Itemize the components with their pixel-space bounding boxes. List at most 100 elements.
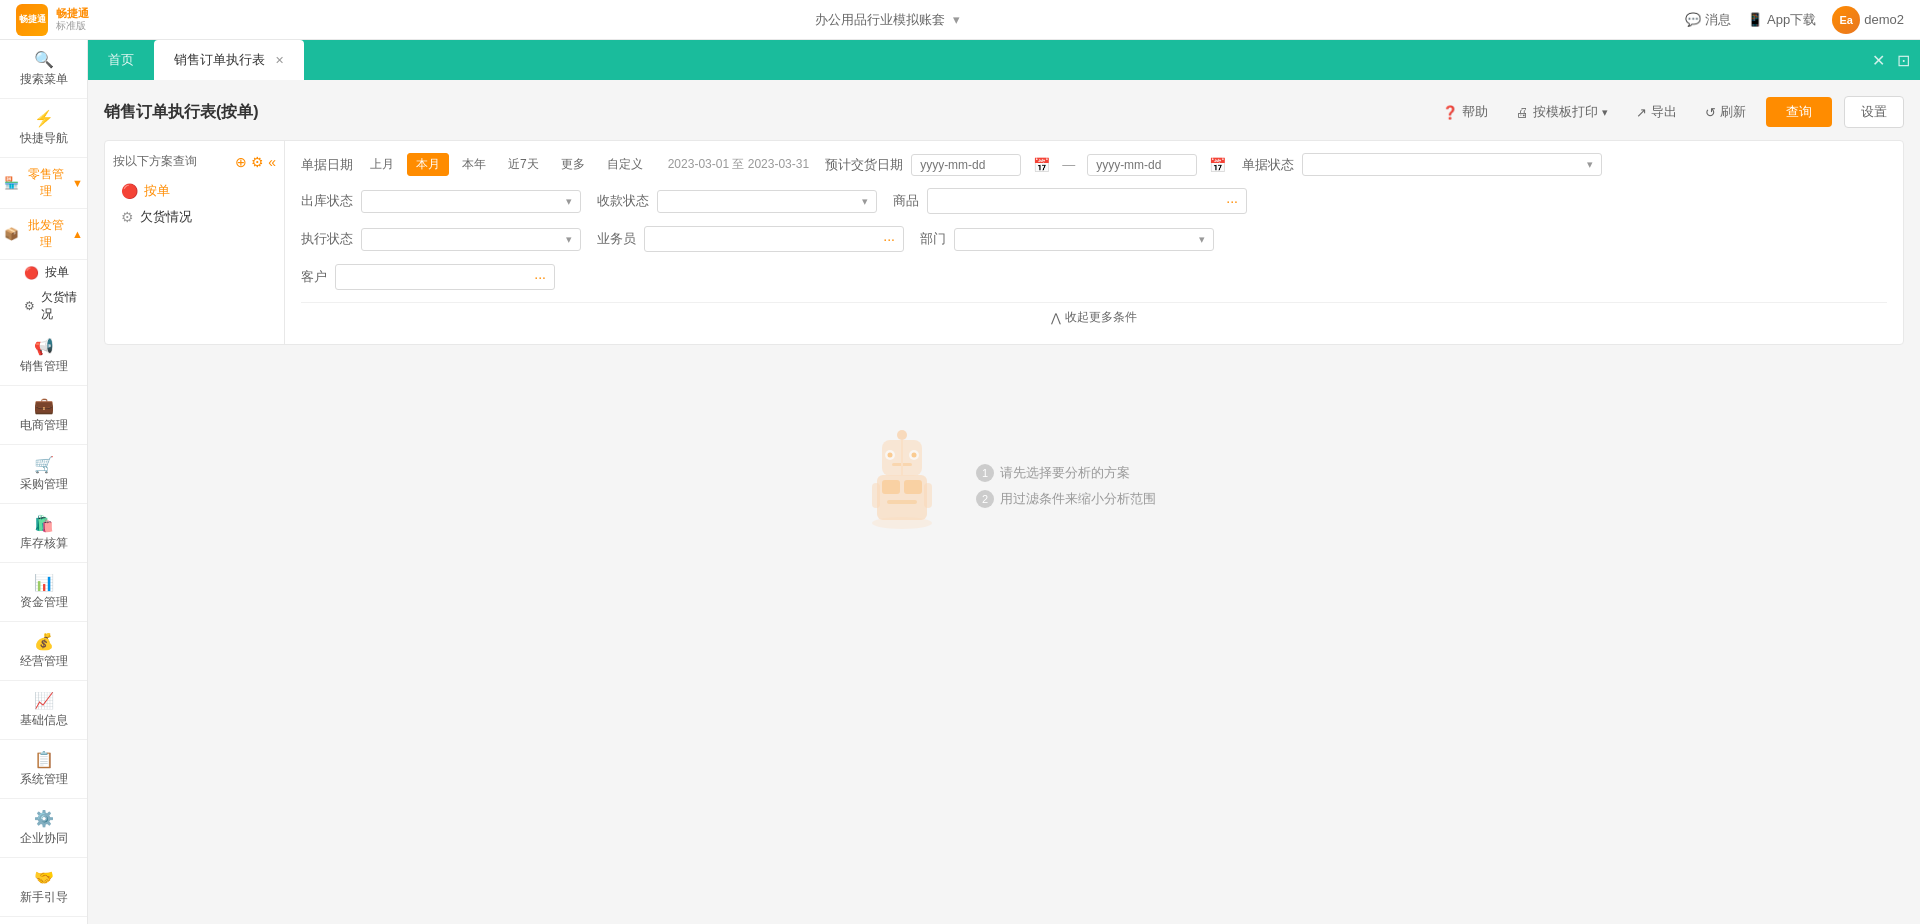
scheme-debt-label: 欠货情况 bbox=[140, 208, 192, 226]
sidebar-item-label: 电商管理 bbox=[4, 417, 83, 434]
sidebar-item-label: 经营管理 bbox=[4, 653, 83, 670]
empty-content: 1 请先选择要分析的方案 2 用过滤条件来缩小分析范围 bbox=[852, 425, 1156, 554]
retail-arrow-icon: ▼ bbox=[72, 177, 83, 189]
sidebar-item-sales[interactable]: 💼 电商管理 bbox=[0, 386, 87, 445]
date-btn-more[interactable]: 更多 bbox=[552, 153, 594, 176]
sidebar-sub-item-order[interactable]: 🔴 按单 bbox=[0, 260, 87, 285]
stock-status-dropdown-icon: ▾ bbox=[566, 195, 572, 208]
sidebar-item-label: 搜索菜单 bbox=[4, 71, 83, 88]
scheme-icons: ⊕ ⚙ « bbox=[235, 154, 276, 170]
tab-home[interactable]: 首页 bbox=[88, 40, 154, 80]
customer-field: 客户 ··· bbox=[301, 264, 555, 290]
expected-date-end-calendar-icon[interactable]: 📅 bbox=[1209, 157, 1226, 173]
filter-panel: 按以下方案查询 ⊕ ⚙ « 🔴 按单 ⚙ 欠货情况 bbox=[104, 140, 1904, 345]
collapse-label: 收起更多条件 bbox=[1065, 309, 1137, 326]
main-layout: 🔍 搜索菜单 ⚡ 快捷导航 🏪 零售管理 ▼ 📦 批发管理 ▲ 🔴 按单 ⚙ 欠… bbox=[0, 40, 1920, 924]
sidebar-item-purchase[interactable]: 🛍️ 库存核算 bbox=[0, 504, 87, 563]
customer-select[interactable]: ··· bbox=[335, 264, 555, 290]
sidebar-item-finance[interactable]: 💰 经营管理 bbox=[0, 622, 87, 681]
sidebar-sub-item-debt[interactable]: ⚙ 欠货情况 bbox=[0, 285, 87, 327]
exec-status-select[interactable]: ▾ bbox=[361, 228, 581, 251]
date-separator: — bbox=[1058, 157, 1079, 172]
sidebar-item-operations[interactable]: 📈 基础信息 bbox=[0, 681, 87, 740]
finance-icon: 💰 bbox=[4, 632, 83, 651]
sidebar-item-ecommerce[interactable]: 🛒 采购管理 bbox=[0, 445, 87, 504]
collapse-more-btn[interactable]: ⋀ 收起更多条件 bbox=[301, 302, 1887, 332]
close-tab-btn[interactable]: ✕ bbox=[1870, 49, 1887, 72]
sidebar-item-enterprise[interactable]: 🤝 新手引导 bbox=[0, 858, 87, 917]
date-btn-last-month[interactable]: 上月 bbox=[361, 153, 403, 176]
salesperson-select[interactable]: ··· bbox=[644, 226, 904, 252]
product-select[interactable]: ··· bbox=[927, 188, 1247, 214]
sidebar-item-newbie[interactable]: 🎯 应用中心 bbox=[0, 917, 87, 924]
receipt-status-field: 收款状态 ▾ bbox=[597, 190, 877, 213]
sidebar-item-label: 库存核算 bbox=[4, 535, 83, 552]
scheme-header-label: 按以下方案查询 bbox=[113, 153, 197, 170]
expected-date-field: 预计交货日期 📅 — 📅 bbox=[825, 154, 1226, 176]
svg-point-14 bbox=[897, 430, 907, 440]
user-profile-btn[interactable]: Ea demo2 bbox=[1832, 6, 1904, 34]
empty-tip-1: 1 请先选择要分析的方案 bbox=[976, 464, 1156, 482]
template-print-btn[interactable]: 🖨 按模板打印 ▾ bbox=[1508, 99, 1616, 125]
top-bar-left: 畅捷通 畅捷通 标准版 bbox=[16, 4, 89, 36]
empty-tip-2: 2 用过滤条件来缩小分析范围 bbox=[976, 490, 1156, 508]
sidebar-item-label: 采购管理 bbox=[4, 476, 83, 493]
message-btn[interactable]: 💬 消息 bbox=[1685, 11, 1731, 29]
add-scheme-icon[interactable]: ⊕ bbox=[235, 154, 247, 170]
bill-date-range-text: 2023-03-01 至 2023-03-31 bbox=[668, 156, 809, 173]
refresh-btn[interactable]: ↺ 刷新 bbox=[1697, 99, 1754, 125]
sidebar-item-label: 企业协同 bbox=[4, 830, 83, 847]
user-avatar: Ea bbox=[1832, 6, 1860, 34]
message-icon: 💬 bbox=[1685, 12, 1701, 27]
bill-status-dropdown-icon: ▾ bbox=[1587, 158, 1593, 171]
wholesale-icon: 📦 bbox=[4, 227, 19, 241]
date-btn-current-month[interactable]: 本月 bbox=[407, 153, 449, 176]
restore-tab-btn[interactable]: ⊡ bbox=[1895, 49, 1912, 72]
export-btn[interactable]: ↗ 导出 bbox=[1628, 99, 1685, 125]
date-btn-7days[interactable]: 近7天 bbox=[499, 153, 548, 176]
receipt-status-select[interactable]: ▾ bbox=[657, 190, 877, 213]
sales-order-tab-label: 销售订单执行表 bbox=[174, 51, 265, 69]
retail-icon: 🏪 bbox=[4, 176, 19, 190]
settings-scheme-icon[interactable]: ⚙ bbox=[251, 154, 264, 170]
bill-status-label: 单据状态 bbox=[1242, 156, 1294, 174]
tab-sales-order[interactable]: 销售订单执行表 ✕ bbox=[154, 40, 304, 80]
empty-tips: 1 请先选择要分析的方案 2 用过滤条件来缩小分析范围 bbox=[976, 464, 1156, 516]
scheme-item-order[interactable]: 🔴 按单 bbox=[113, 178, 276, 204]
sidebar-item-wholesale[interactable]: 📦 批发管理 ▲ bbox=[0, 209, 87, 260]
order-icon: 🔴 bbox=[24, 266, 39, 280]
scheme-item-debt[interactable]: ⚙ 欠货情况 bbox=[113, 204, 276, 230]
sidebar-item-label: 资金管理 bbox=[4, 594, 83, 611]
sidebar-item-inventory[interactable]: 📊 资金管理 bbox=[0, 563, 87, 622]
expected-date-start-input[interactable] bbox=[911, 154, 1021, 176]
collapse-scheme-icon[interactable]: « bbox=[268, 154, 276, 170]
sidebar-item-quick-nav[interactable]: ⚡ 快捷导航 bbox=[0, 99, 87, 158]
help-btn[interactable]: ❓ 帮助 bbox=[1434, 99, 1496, 125]
expected-date-label: 预计交货日期 bbox=[825, 156, 903, 174]
tab-close-icon[interactable]: ✕ bbox=[275, 54, 284, 67]
sidebar-item-system[interactable]: ⚙️ 企业协同 bbox=[0, 799, 87, 858]
operations-icon: 📈 bbox=[4, 691, 83, 710]
empty-illustration-icon bbox=[852, 425, 952, 554]
expected-date-calendar-icon[interactable]: 📅 bbox=[1033, 157, 1050, 173]
query-btn[interactable]: 查询 bbox=[1766, 97, 1832, 127]
scheme-order-icon: 🔴 bbox=[121, 183, 138, 199]
stock-status-select[interactable]: ▾ bbox=[361, 190, 581, 213]
app-download-btn[interactable]: 📱 App下载 bbox=[1747, 11, 1816, 29]
bill-status-select[interactable]: ▾ bbox=[1302, 153, 1602, 176]
page-header: 销售订单执行表(按单) ❓ 帮助 🖨 按模板打印 ▾ ↗ 导出 bbox=[104, 96, 1904, 128]
sidebar-item-search-menu[interactable]: 🔍 搜索菜单 bbox=[0, 40, 87, 99]
dropdown-arrow-icon[interactable]: ▾ bbox=[953, 12, 960, 27]
sidebar-item-basic[interactable]: 📋 系统管理 bbox=[0, 740, 87, 799]
filter-scheme-panel: 按以下方案查询 ⊕ ⚙ « 🔴 按单 ⚙ 欠货情况 bbox=[105, 141, 285, 344]
sidebar-item-retail[interactable]: 🏪 零售管理 ▼ bbox=[0, 158, 87, 209]
department-select[interactable]: ▾ bbox=[954, 228, 1214, 251]
date-btn-current-year[interactable]: 本年 bbox=[453, 153, 495, 176]
date-btn-custom[interactable]: 自定义 bbox=[598, 153, 652, 176]
sales-icon: 💼 bbox=[4, 396, 83, 415]
settings-btn[interactable]: 设置 bbox=[1844, 96, 1904, 128]
sidebar-item-marketing[interactable]: 📢 销售管理 bbox=[0, 327, 87, 386]
sidebar-item-label: 系统管理 bbox=[4, 771, 83, 788]
product-field: 商品 ··· bbox=[893, 188, 1247, 214]
expected-date-end-input[interactable] bbox=[1087, 154, 1197, 176]
